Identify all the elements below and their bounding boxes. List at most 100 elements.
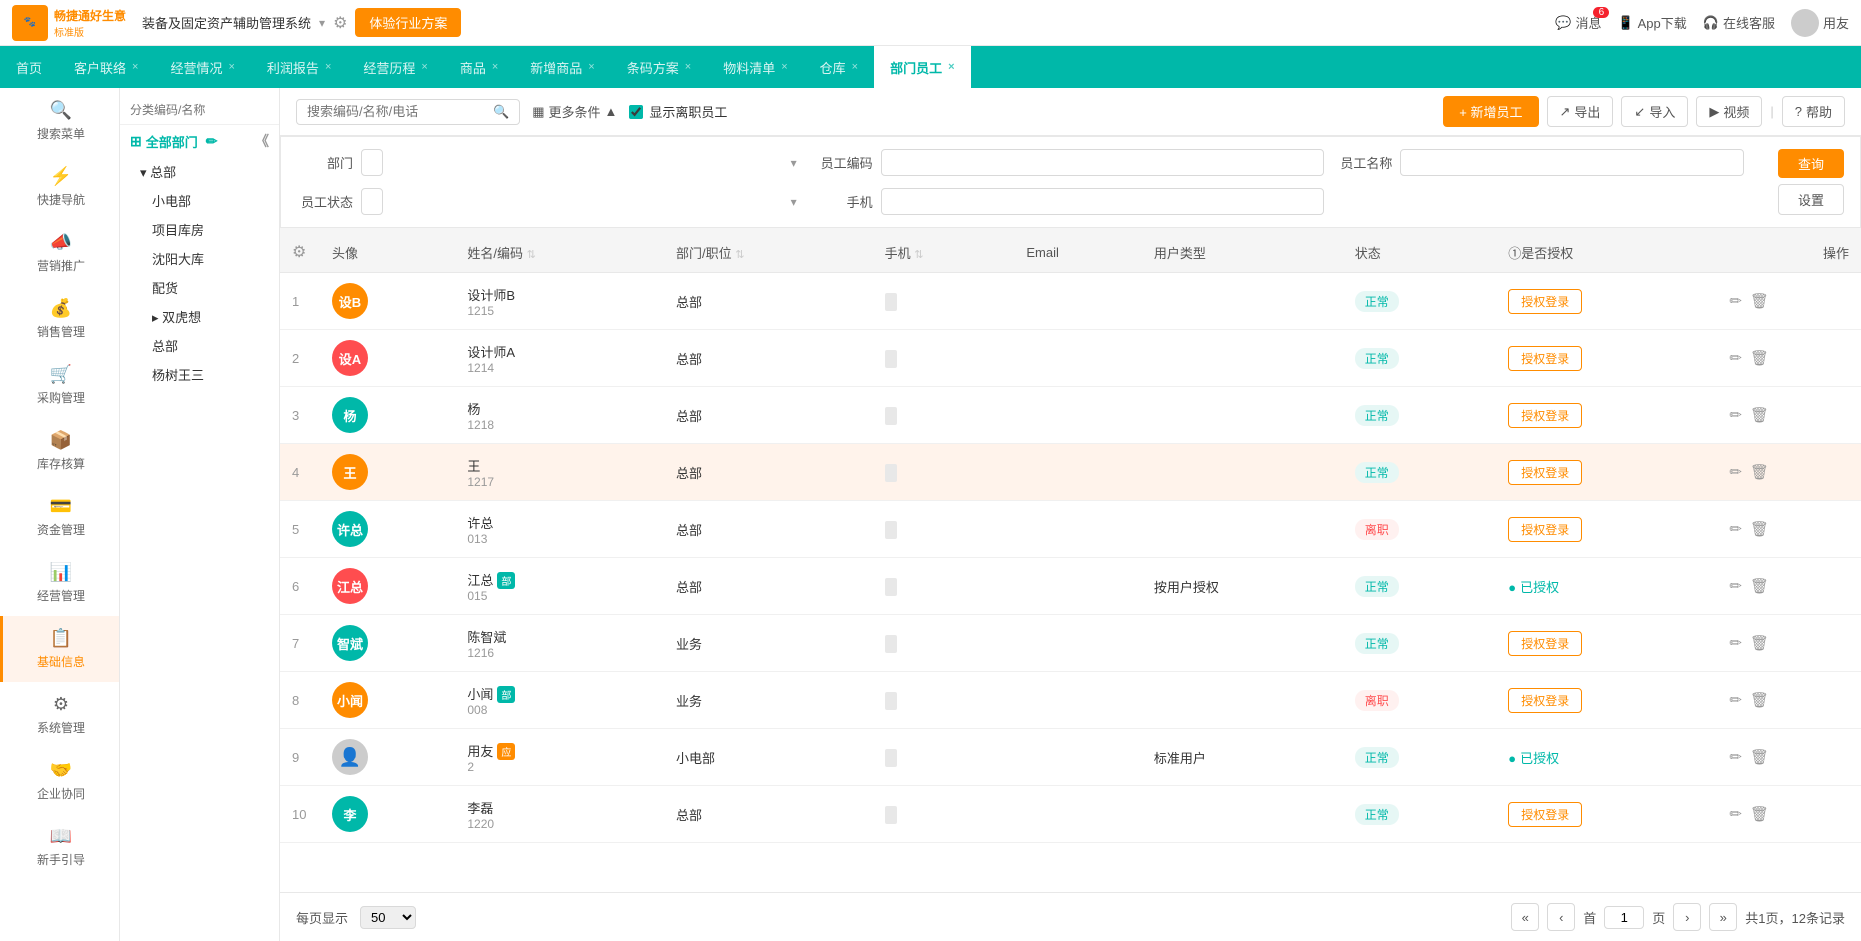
edit-icon[interactable]: ✏	[1729, 805, 1742, 823]
page-next-btn[interactable]: ›	[1673, 903, 1701, 931]
dept-collapse-icon[interactable]: 《	[255, 131, 269, 151]
tab-bom-close[interactable]: ×	[781, 61, 787, 73]
filter-phone-input[interactable]	[881, 188, 1325, 215]
tab-new-goods[interactable]: 新增商品×	[514, 46, 610, 88]
dept-search-input[interactable]	[130, 103, 280, 117]
auth-button[interactable]: 授权登录	[1508, 688, 1582, 713]
settings-button[interactable]: 设置	[1778, 184, 1844, 215]
nav-search[interactable]: 🔍 搜索菜单	[0, 88, 119, 154]
edit-icon[interactable]: ✏	[1729, 577, 1742, 595]
edit-icon[interactable]: ✏	[1729, 634, 1742, 652]
edit-icon[interactable]: ✏	[1729, 748, 1742, 766]
per-page-select[interactable]: 50 100	[360, 906, 416, 929]
import-button[interactable]: ↙ 导入	[1621, 96, 1688, 127]
dept-edit-icon[interactable]: ✏	[206, 133, 218, 150]
notification-bell[interactable]: 💬 消息 6	[1555, 13, 1601, 32]
auth-button[interactable]: 授权登录	[1508, 802, 1582, 827]
edit-icon[interactable]: ✏	[1729, 691, 1742, 709]
nav-system[interactable]: ⚙ 系统管理	[0, 682, 119, 748]
nav-collab[interactable]: 🤝 企业协同	[0, 748, 119, 814]
dept-node-project[interactable]: 项目库房	[120, 215, 279, 244]
tab-warehouse-close[interactable]: ×	[852, 61, 858, 73]
filter-dept-select[interactable]	[361, 149, 383, 176]
tab-operations-close[interactable]: ×	[228, 61, 234, 73]
page-first-btn[interactable]: «	[1511, 903, 1539, 931]
nav-marketing[interactable]: 📣 营销推广	[0, 220, 119, 286]
edit-icon[interactable]: ✏	[1729, 292, 1742, 310]
edit-icon[interactable]: ✏	[1729, 463, 1742, 481]
tab-profit[interactable]: 利润报告×	[251, 46, 347, 88]
nav-purchase[interactable]: 🛒 采购管理	[0, 352, 119, 418]
nav-basics[interactable]: 📋 基础信息	[0, 616, 119, 682]
dept-node-yangwang[interactable]: 杨树王三	[120, 360, 279, 389]
edit-icon[interactable]: ✏	[1729, 520, 1742, 538]
tab-goods-close[interactable]: ×	[492, 61, 498, 73]
nav-management[interactable]: 📊 经营管理	[0, 550, 119, 616]
auth-button[interactable]: 授权登录	[1508, 346, 1582, 371]
search-input[interactable]	[307, 104, 487, 119]
dept-node-zonbu-root[interactable]: ▾ 总部	[120, 157, 279, 186]
show-resigned-checkbox[interactable]	[629, 105, 643, 119]
col-name-sort-icon[interactable]: ⇅	[527, 249, 536, 261]
tab-goods[interactable]: 商品×	[444, 46, 514, 88]
nav-guide[interactable]: 📖 新手引导	[0, 814, 119, 880]
more-filter-btn[interactable]: ▦ 更多条件 ▲	[532, 102, 617, 121]
delete-icon[interactable]: 🗑	[1750, 805, 1769, 823]
tab-barcode-close[interactable]: ×	[685, 61, 691, 73]
auth-button[interactable]: 授权登录	[1508, 289, 1582, 314]
delete-icon[interactable]: 🗑	[1750, 292, 1769, 310]
edit-icon[interactable]: ✏	[1729, 406, 1742, 424]
delete-icon[interactable]: 🗑	[1750, 634, 1769, 652]
add-employee-button[interactable]: + 新增员工	[1443, 96, 1538, 127]
tab-customer-close[interactable]: ×	[132, 61, 138, 73]
page-prev-btn[interactable]: ‹	[1547, 903, 1575, 931]
tab-warehouse[interactable]: 仓库×	[804, 46, 874, 88]
nav-finance[interactable]: 💳 资金管理	[0, 484, 119, 550]
dept-node-xiaodian[interactable]: 小电部	[120, 186, 279, 215]
tab-customer[interactable]: 客户联络×	[58, 46, 154, 88]
tab-operations[interactable]: 经营情况×	[154, 46, 250, 88]
filter-emp-name-input[interactable]	[1400, 149, 1744, 176]
export-button[interactable]: ↗ 导出	[1547, 96, 1614, 127]
auth-button[interactable]: 授权登录	[1508, 403, 1582, 428]
tab-barcode[interactable]: 条码方案×	[611, 46, 707, 88]
help-button[interactable]: ? 帮助	[1782, 96, 1845, 127]
col-phone-sort-icon[interactable]: ⇅	[914, 249, 923, 261]
online-service[interactable]: 🎧 在线客服	[1703, 13, 1775, 32]
app-download[interactable]: 📱 App下载	[1617, 13, 1686, 32]
query-button[interactable]: 查询	[1778, 149, 1844, 178]
col-settings-icon[interactable]: ⚙	[292, 244, 306, 261]
tab-employees[interactable]: 部门员工×	[874, 46, 970, 88]
nav-sales[interactable]: 💰 销售管理	[0, 286, 119, 352]
tab-home[interactable]: 首页	[0, 46, 58, 88]
delete-icon[interactable]: 🗑	[1750, 520, 1769, 538]
delete-icon[interactable]: 🗑	[1750, 406, 1769, 424]
filter-emp-code-input[interactable]	[881, 149, 1325, 176]
nav-shortcut[interactable]: ⚡ 快捷导航	[0, 154, 119, 220]
dept-node-shuanghu[interactable]: ▸ 双虎想	[120, 302, 279, 331]
auth-button[interactable]: 授权登录	[1508, 631, 1582, 656]
tab-profit-close[interactable]: ×	[325, 61, 331, 73]
dept-node-shenyang[interactable]: 沈阳大库	[120, 244, 279, 273]
video-button[interactable]: ▶ 视频	[1696, 96, 1762, 127]
delete-icon[interactable]: 🗑	[1750, 748, 1769, 766]
dept-node-peihuo[interactable]: 配货	[120, 273, 279, 302]
auth-button[interactable]: 授权登录	[1508, 517, 1582, 542]
dept-node-zonbu-sub[interactable]: 总部	[120, 331, 279, 360]
page-input[interactable]	[1604, 906, 1644, 929]
page-last-btn[interactable]: »	[1709, 903, 1737, 931]
nav-inventory[interactable]: 📦 库存核算	[0, 418, 119, 484]
tab-bom[interactable]: 物料清单×	[707, 46, 803, 88]
user-menu[interactable]: 用友	[1791, 9, 1849, 37]
trial-button[interactable]: 体验行业方案	[355, 8, 461, 37]
filter-status-select[interactable]	[361, 188, 383, 215]
auth-button[interactable]: 授权登录	[1508, 460, 1582, 485]
col-dept-sort-icon[interactable]: ⇅	[735, 249, 744, 261]
gear-icon[interactable]: ⚙	[333, 13, 347, 33]
edit-icon[interactable]: ✏	[1729, 349, 1742, 367]
tab-history[interactable]: 经营历程×	[347, 46, 443, 88]
show-resigned-label[interactable]: 显示离职员工	[629, 102, 727, 121]
delete-icon[interactable]: 🗑	[1750, 349, 1769, 367]
delete-icon[interactable]: 🗑	[1750, 463, 1769, 481]
system-dropdown-arrow[interactable]: ▾	[319, 16, 325, 30]
